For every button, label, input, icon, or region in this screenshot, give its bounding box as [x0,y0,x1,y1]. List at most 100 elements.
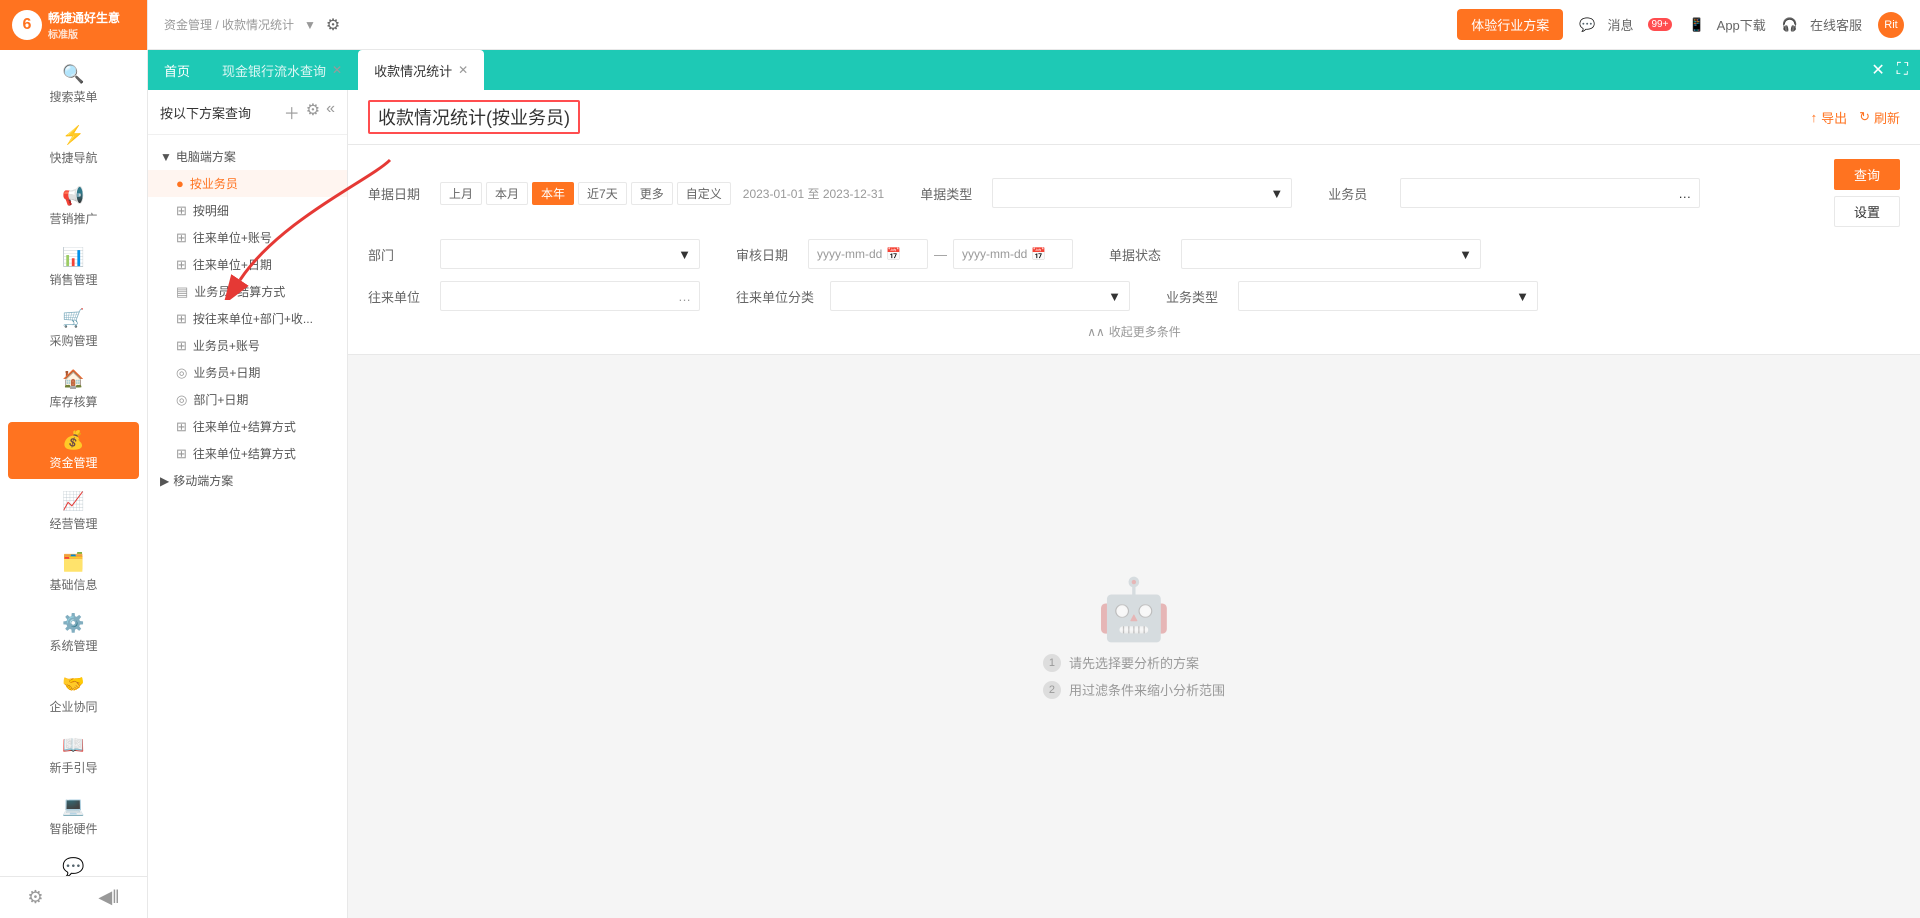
header-right: 体验行业方案 💬 消息 99+ 📱 App下载 🎧 在线客服 Rit [1457,9,1904,40]
sidebar-item-label: 基础信息 [49,576,97,593]
service-icon: 🎧 [1782,17,1798,33]
date-btn-last-month[interactable]: 上月 [440,182,482,205]
sidebar-item-label: 企业协同 [49,698,97,715]
tree-item-label: 往来单位+日期 [193,256,272,273]
sidebar-item-marketing[interactable]: 📢 营销推广 [0,176,147,237]
tab-home-label: 首页 [164,61,190,80]
settings-button[interactable]: 设置 [1834,196,1900,227]
tab-home[interactable]: 首页 [148,50,206,90]
tree-item-salesperson-settlement[interactable]: ▤ 业务员+结算方式 [148,278,347,305]
main-area: 资金管理 / 收款情况统计 ▼ ⚙ 体验行业方案 💬 消息 99+ 📱 App下… [148,0,1920,918]
date-btn-this-month[interactable]: 本月 [486,182,528,205]
date-btn-more[interactable]: 更多 [631,182,673,205]
review-date-to[interactable]: yyyy-mm-dd 📅 [953,239,1073,269]
tree-item-label: 往来单位+结算方式 [193,418,296,435]
detail-icon: ⊞ [176,203,187,219]
tree-item-partner-settlement1[interactable]: ⊞ 往来单位+结算方式 [148,413,347,440]
date-btn-this-year[interactable]: 本年 [532,182,574,205]
add-scheme-btn[interactable]: ＋ [284,100,300,124]
tab-collection-stats-close[interactable]: ✕ [458,63,468,77]
partner-label: 往来单位 [368,287,424,306]
business-type-select[interactable]: ▼ [1238,281,1538,311]
message-group[interactable]: 💬 消息 99+ [1579,15,1672,34]
date-options: 上月 本月 本年 近7天 更多 自定义 2023-01-01 至 2023-12… [440,182,884,205]
tree-section-mobile-header[interactable]: ▶ 移动端方案 [148,467,347,494]
sidebar-item-inventory[interactable]: 🏠 库存核算 [0,359,147,420]
review-date-group: yyyy-mm-dd 📅 — yyyy-mm-dd 📅 [808,239,1073,269]
sidebar-item-sales[interactable]: 📊 销售管理 [0,237,147,298]
calendar-from-icon[interactable]: 📅 [886,247,901,261]
dept-arrow: ▼ [678,247,691,262]
message-badge: 99+ [1648,18,1673,31]
tree-section-pc-header[interactable]: ▼ 电脑端方案 [148,143,347,170]
sidebar-item-label: 经营管理 [49,515,97,532]
content-area: 按以下方案查询 ＋ ⚙ « ▼ 电脑端方案 ● 按业务员 [148,90,1920,918]
close-window-btn[interactable]: ✕ [1871,60,1884,80]
maximize-btn[interactable]: ⛶ [1897,61,1908,79]
right-panel: 收款情况统计(按业务员) ↑ 导出 ↻ 刷新 单据日期 [348,90,1920,918]
sidebar-item-quicknav[interactable]: ⚡ 快捷导航 [0,115,147,176]
message-label: 消息 [1607,15,1633,34]
trial-button[interactable]: 体验行业方案 [1457,9,1563,40]
tab-bank-flow[interactable]: 现金银行流水查询 ✕ [206,50,358,90]
partner-account-icon: ⊞ [176,230,187,246]
user-group[interactable]: Rit [1878,12,1904,38]
sidebar-item-system[interactable]: ⚙️ 系统管理 [0,603,147,664]
sidebar-item-label: 营销推广 [49,210,97,227]
tab-bank-flow-label: 现金银行流水查询 [222,61,326,80]
export-label: 导出 [1821,108,1847,127]
tab-collection-stats[interactable]: 收款情况统计 ✕ [358,50,484,90]
partner-category-select[interactable]: ▼ [830,281,1130,311]
sidebar-item-collab[interactable]: 🤝 企业协同 [0,664,147,725]
partner-date-icon: ⊞ [176,257,187,273]
tree-item-dept-date[interactable]: ◎ 部门+日期 [148,386,347,413]
tree-item-partner-date[interactable]: ⊞ 往来单位+日期 [148,251,347,278]
sidebar-item-basic-info[interactable]: 🗂️ 基础信息 [0,542,147,603]
calendar-to-icon[interactable]: 📅 [1031,247,1046,261]
voucher-status-arrow: ▼ [1459,247,1472,262]
review-date-from[interactable]: yyyy-mm-dd 📅 [808,239,928,269]
tree-item-label: 往来单位+账号 [193,229,272,246]
collapse-label: 收起更多条件 [1109,323,1181,340]
sidebar-item-purchase[interactable]: 🛒 采购管理 [0,298,147,359]
settings-gear-btn[interactable]: ⚙ [326,15,340,35]
breadcrumb-arrow[interactable]: ▼ [304,18,316,32]
sidebar-item-label: 库存核算 [49,393,97,410]
collapse-filter-btn[interactable]: ∧∧ 收起更多条件 [368,323,1900,340]
collapse-panel-btn[interactable]: « [326,100,335,124]
sidebar-item-operation[interactable]: 📈 经营管理 [0,481,147,542]
online-service-group[interactable]: 🎧 在线客服 [1782,15,1862,34]
tree-item-by-detail[interactable]: ⊞ 按明细 [148,197,347,224]
settings-bottom-btn[interactable]: ⚙ [27,887,43,908]
sidebar-item-label: 搜索菜单 [49,88,97,105]
business-type-label: 业务类型 [1166,287,1222,306]
query-button[interactable]: 查询 [1834,159,1900,190]
sidebar-item-guide[interactable]: 📖 新手引导 [0,725,147,786]
collapse-sidebar-btn[interactable]: ◀‖ [98,887,119,908]
partner-select[interactable]: … [440,281,700,311]
salesperson-select[interactable]: … [1400,178,1700,208]
partner-dots[interactable]: … [678,289,691,304]
voucher-status-select[interactable]: ▼ [1181,239,1481,269]
tree-item-partner-dept[interactable]: ⊞ 按往来单位+部门+收... [148,305,347,332]
sidebar-item-search[interactable]: 🔍 搜索菜单 [0,54,147,115]
refresh-btn[interactable]: ↻ 刷新 [1859,108,1900,127]
voucher-type-select[interactable]: ▼ [992,178,1292,208]
tree-item-partner-settlement2[interactable]: ⊞ 往来单位+结算方式 [148,440,347,467]
sidebar-item-wechat[interactable]: 💬 企业微信 [0,847,147,876]
export-btn[interactable]: ↑ 导出 [1811,108,1848,127]
tree-item-salesperson-date[interactable]: ◎ 业务员+日期 [148,359,347,386]
sidebar-item-finance[interactable]: 💰 资金管理 [8,422,139,479]
tab-bank-flow-close[interactable]: ✕ [332,63,342,77]
tree-item-by-salesperson[interactable]: ● 按业务员 [148,170,347,197]
salesperson-more-btn[interactable]: … [1678,186,1691,201]
tree-section-pc-label: 电脑端方案 [176,148,236,165]
appdownload-group[interactable]: 📱 App下载 [1688,15,1765,34]
dept-select[interactable]: ▼ [440,239,700,269]
sidebar-item-hardware[interactable]: 💻 智能硬件 [0,786,147,847]
settings-scheme-btn[interactable]: ⚙ [306,100,320,124]
tree-item-salesperson-account[interactable]: ⊞ 业务员+账号 [148,332,347,359]
tree-item-partner-account[interactable]: ⊞ 往来单位+账号 [148,224,347,251]
date-btn-7days[interactable]: 近7天 [578,182,627,205]
date-btn-custom[interactable]: 自定义 [677,182,731,205]
